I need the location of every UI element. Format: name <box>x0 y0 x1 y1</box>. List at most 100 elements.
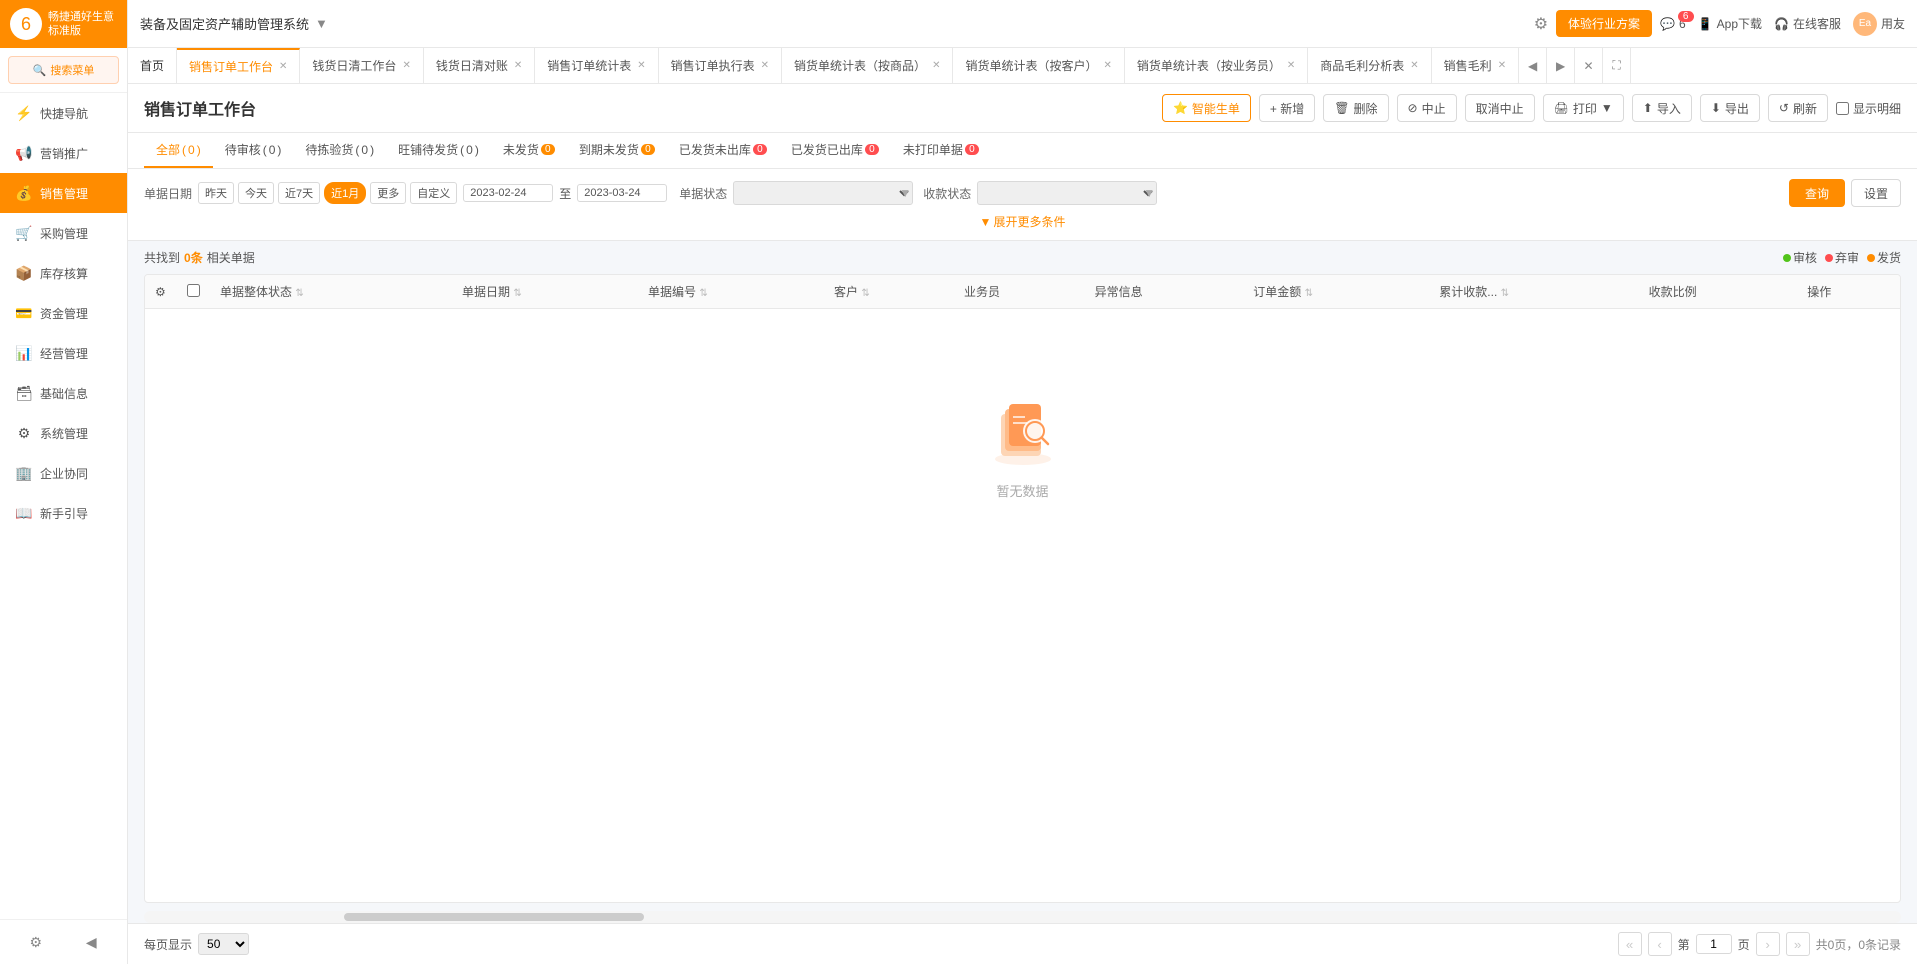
tab-home[interactable]: 首页 <box>128 48 177 84</box>
system-dropdown-icon[interactable]: ▼ <box>315 16 328 31</box>
tab-sales-workbench[interactable]: 销售订单工作台 ✕ <box>177 48 300 84</box>
sort-icon-amount[interactable]: ⇅ <box>1305 288 1313 299</box>
delete-btn[interactable]: 🗑 删除 <box>1323 94 1388 122</box>
empty-state-row: 暂无数据 <box>145 309 1900 581</box>
add-btn[interactable]: + 新增 <box>1259 94 1315 122</box>
sort-icon-status[interactable]: ⇅ <box>295 288 303 299</box>
page-first-btn[interactable]: « <box>1618 932 1642 956</box>
stop-btn[interactable]: ⊘ 中止 <box>1397 94 1457 122</box>
collapse-btn[interactable]: ◀ <box>77 928 105 956</box>
tab-close-cash-reconcile[interactable]: ✕ <box>514 60 522 71</box>
tab-sale-staff[interactable]: 销货单统计表（按业务员） ✕ <box>1125 48 1308 84</box>
tab-close-sales-stat[interactable]: ✕ <box>637 60 645 71</box>
online-service-btn[interactable]: 🎧 在线客服 <box>1774 15 1841 32</box>
date-btn-yesterday[interactable]: 昨天 <box>198 182 234 204</box>
date-to-input[interactable] <box>577 184 667 202</box>
tab-prev-btn[interactable]: ◀ <box>1519 48 1547 84</box>
message-btn[interactable]: 💬 6 6 <box>1660 17 1686 31</box>
sort-icon-number[interactable]: ⇅ <box>699 288 707 299</box>
expand-btn[interactable]: ▼ 展开更多条件 <box>980 213 1066 230</box>
payment-select[interactable] <box>977 181 1157 205</box>
filter-tab-all[interactable]: 全部(0) <box>144 133 213 168</box>
tab-sales-stat[interactable]: 销售订单统计表 ✕ <box>535 48 658 84</box>
sidebar-item-system[interactable]: ⚙ 系统管理 <box>0 413 127 453</box>
scroll-thumb[interactable] <box>344 913 644 921</box>
tab-sales-exec[interactable]: 销售订单执行表 ✕ <box>659 48 782 84</box>
app-download-btn[interactable]: 📱 App下载 <box>1698 15 1762 32</box>
filter-tab-shipped-not-out[interactable]: 已发货未出库0 <box>667 133 779 168</box>
sidebar-item-sales[interactable]: 💰 销售管理 <box>0 173 127 213</box>
date-btn-1month[interactable]: 近1月 <box>324 182 366 204</box>
setting-btn[interactable]: 设置 <box>1851 179 1901 207</box>
tab-sales-ea[interactable]: 销售毛利 ✕ <box>1432 48 1519 84</box>
filter-tab-pending-check[interactable]: 待拣验货(0) <box>293 133 386 168</box>
page-last-btn[interactable]: » <box>1786 932 1810 956</box>
th-checkbox[interactable] <box>177 275 210 309</box>
sort-icon-date[interactable]: ⇅ <box>513 288 521 299</box>
filter-tab-shipped-out[interactable]: 已发货已出库0 <box>779 133 891 168</box>
sidebar-item-enterprise[interactable]: 🏢 企业协同 <box>0 453 127 493</box>
show-detail-checkbox[interactable]: 显示明细 <box>1836 100 1901 117</box>
horizontal-scrollbar[interactable] <box>144 911 1901 923</box>
tab-gross-profit[interactable]: 商品毛利分析表 ✕ <box>1308 48 1431 84</box>
export-btn[interactable]: ⬇ 导出 <box>1700 94 1760 122</box>
filter-tab-no-print[interactable]: 未打印单据0 <box>891 133 991 168</box>
refresh-btn[interactable]: ↺ 刷新 <box>1768 94 1828 122</box>
tab-next-btn[interactable]: ▶ <box>1547 48 1575 84</box>
page-size-select[interactable]: 50 20 100 <box>198 933 249 955</box>
tab-close-sales-ea[interactable]: ✕ <box>1498 60 1506 71</box>
query-btn[interactable]: 查询 <box>1789 179 1845 207</box>
filter-tab-overdue-no-ship[interactable]: 到期未发货0 <box>567 133 667 168</box>
tab-sale-customer[interactable]: 销货单统计表（按客户） ✕ <box>953 48 1124 84</box>
select-all-checkbox[interactable] <box>187 284 200 297</box>
page-prev-btn[interactable]: ‹ <box>1648 932 1672 956</box>
sidebar-item-newbie[interactable]: 📖 新手引导 <box>0 493 127 533</box>
sidebar-item-purchase[interactable]: 🛒 采购管理 <box>0 213 127 253</box>
settings-icon[interactable]: ⚙ <box>1534 14 1548 34</box>
tab-close-sale-product[interactable]: ✕ <box>932 60 940 71</box>
tab-close-cash-daily[interactable]: ✕ <box>402 60 410 71</box>
print-btn[interactable]: 🖨 打印 ▼ <box>1543 94 1624 122</box>
sidebar-item-finance[interactable]: 💳 资金管理 <box>0 293 127 333</box>
tab-close-gross-profit[interactable]: ✕ <box>1410 60 1418 71</box>
tab-sale-product[interactable]: 销货单统计表（按商品） ✕ <box>782 48 953 84</box>
no-ship-badge: 0 <box>541 144 555 155</box>
ship-action-btn[interactable]: 发货 <box>1867 249 1901 266</box>
date-btn-today[interactable]: 今天 <box>238 182 274 204</box>
tab-close-sale-customer[interactable]: ✕ <box>1103 60 1111 71</box>
review-action-btn[interactable]: 审核 <box>1783 249 1817 266</box>
date-from-input[interactable] <box>463 184 553 202</box>
cancel-stop-btn[interactable]: 取消中止 <box>1465 94 1535 122</box>
filter-tab-no-ship[interactable]: 未发货0 <box>491 133 567 168</box>
tab-close-all-btn[interactable]: ✕ <box>1575 48 1603 84</box>
sort-icon-received[interactable]: ⇅ <box>1501 288 1509 299</box>
date-btn-more[interactable]: 更多 <box>370 182 406 204</box>
sidebar-item-operation[interactable]: 📊 经营管理 <box>0 333 127 373</box>
tab-close-sale-staff[interactable]: ✕ <box>1287 60 1295 71</box>
page-next-btn[interactable]: › <box>1756 932 1780 956</box>
date-btn-7days[interactable]: 近7天 <box>278 182 320 204</box>
industry-btn[interactable]: 体验行业方案 <box>1556 10 1652 37</box>
tab-cash-daily[interactable]: 钱货日清工作台 ✕ <box>300 48 423 84</box>
sidebar-item-quick-nav[interactable]: ⚡ 快捷导航 <box>0 93 127 133</box>
sidebar-item-marketing[interactable]: 📢 营销推广 <box>0 133 127 173</box>
sidebar-item-inventory[interactable]: 📦 库存核算 <box>0 253 127 293</box>
filter-tab-pending-review[interactable]: 待审核(0) <box>213 133 294 168</box>
cancel-review-action-btn[interactable]: 弃审 <box>1825 249 1859 266</box>
search-menu-button[interactable]: 🔍 搜索菜单 <box>8 56 119 84</box>
settings-bottom-btn[interactable]: ⚙ <box>22 928 50 956</box>
tab-fullscreen-btn[interactable]: ⛶ <box>1603 48 1631 84</box>
tab-close-sales-exec[interactable]: ✕ <box>761 60 769 71</box>
date-btn-custom[interactable]: 自定义 <box>410 182 457 204</box>
page-input[interactable] <box>1696 934 1732 954</box>
tab-close-sales-workbench[interactable]: ✕ <box>279 61 287 72</box>
sidebar-item-base[interactable]: 🗃 基础信息 <box>0 373 127 413</box>
status-select[interactable] <box>733 181 913 205</box>
tab-cash-reconcile[interactable]: 钱货日清对账 ✕ <box>424 48 535 84</box>
sort-icon-customer[interactable]: ⇅ <box>861 288 869 299</box>
filter-tab-wangpu[interactable]: 旺铺待发货(0) <box>386 133 491 168</box>
smart-generate-btn[interactable]: ⭐ 智能生单 <box>1162 94 1251 122</box>
th-settings[interactable]: ⚙ <box>145 275 177 309</box>
import-btn[interactable]: ⬆ 导入 <box>1632 94 1692 122</box>
user-area[interactable]: Ea 用友 <box>1853 12 1905 36</box>
